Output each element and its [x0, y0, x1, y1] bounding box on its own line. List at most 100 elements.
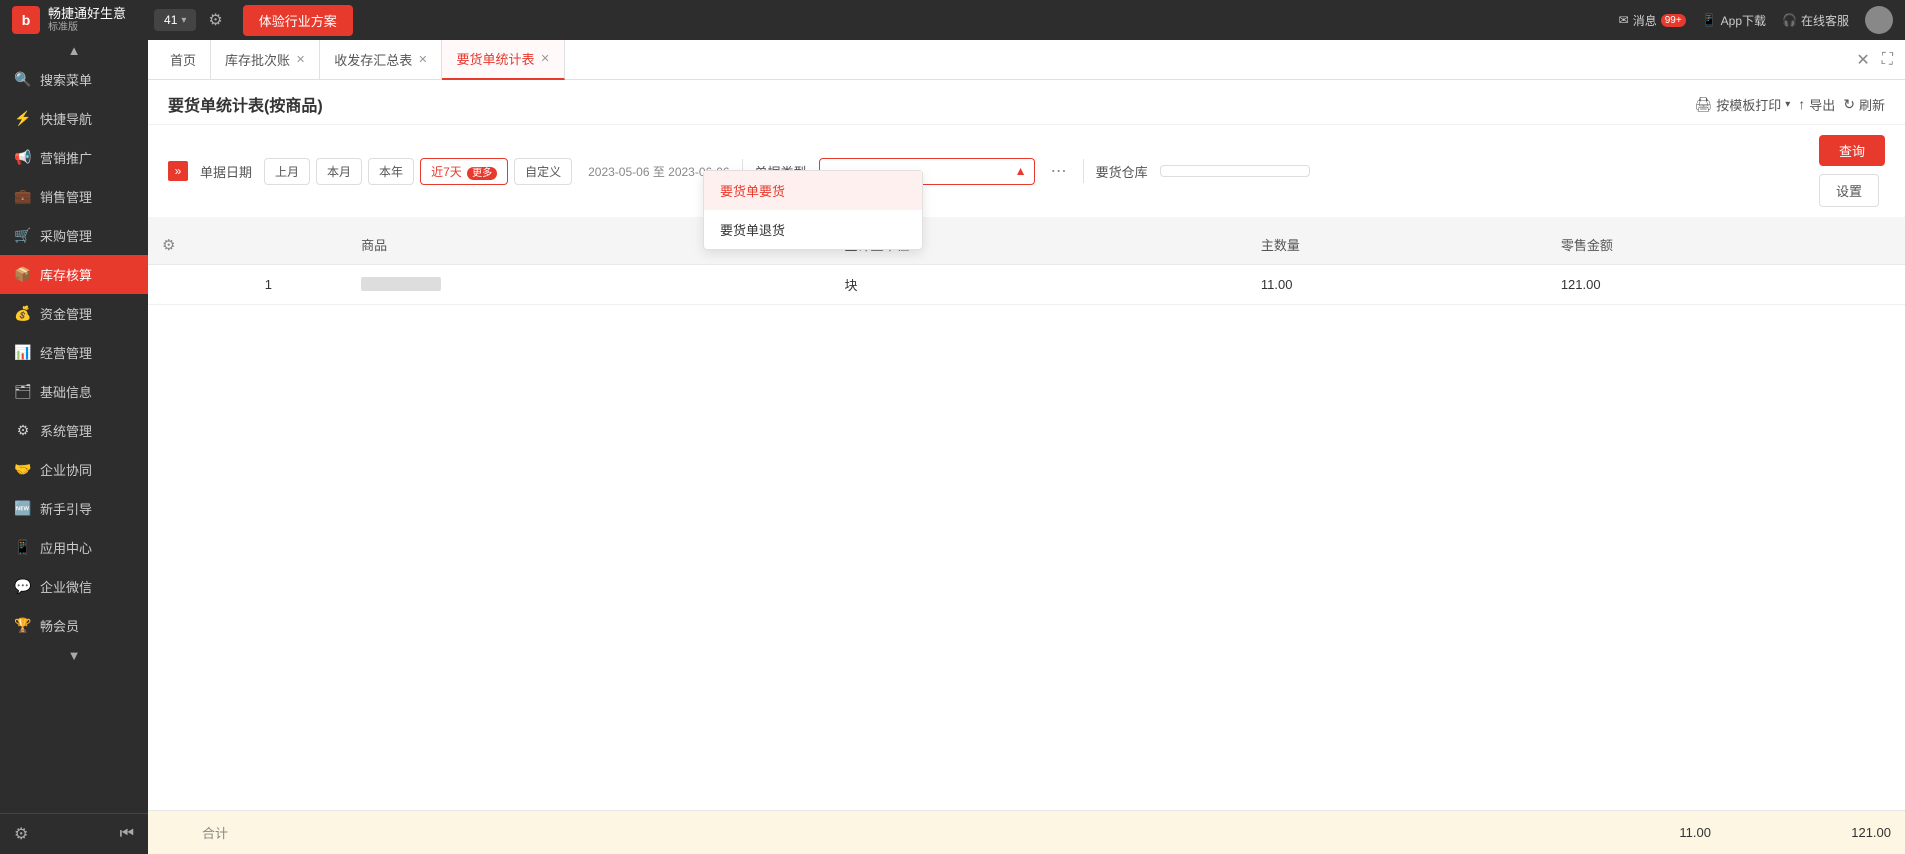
- sidebar-item-quick-nav[interactable]: ⚡ 快捷导航: [0, 99, 148, 138]
- app-download-action[interactable]: 📱 App下载: [1702, 12, 1766, 29]
- filter-divider-2: [1083, 159, 1084, 183]
- sidebar-scroll-down[interactable]: ▼: [0, 645, 148, 665]
- table-area: ⚙ 商品 主计量单位 主数量 零售金额 1: [148, 225, 1905, 810]
- sidebar-item-system[interactable]: ⚙ 系统管理: [0, 411, 148, 450]
- trial-button[interactable]: 体验行业方案: [243, 5, 353, 36]
- tab-receivable-summary[interactable]: 收发存汇总表 ✕: [320, 40, 442, 80]
- footer-quantity-sum: 11.00: [1591, 825, 1711, 840]
- sidebar-item-basics[interactable]: 🗂 基础信息: [0, 372, 148, 411]
- sidebar-item-label: 系统管理: [40, 421, 92, 440]
- tab-inventory-batch[interactable]: 库存批次账 ✕: [211, 40, 320, 80]
- logo-icon: b: [12, 6, 40, 34]
- sidebar-item-search[interactable]: 🔍 搜索菜单: [0, 60, 148, 99]
- tab-expand-button[interactable]: ✕: [1852, 48, 1873, 72]
- th-quantity: 主数量: [1247, 225, 1547, 265]
- message-badge: 99+: [1661, 14, 1686, 27]
- logo-text: b: [22, 12, 31, 28]
- custom-date-btn[interactable]: 自定义: [514, 158, 572, 185]
- sidebar-item-label: 销售管理: [40, 187, 92, 206]
- sidebar-item-label: 应用中心: [40, 538, 92, 557]
- sidebar-item-guide[interactable]: 🆕 新手引导: [0, 489, 148, 528]
- filter-row: » 单据日期 上月 本月 本年 近7天 更多 自定义: [168, 135, 1885, 207]
- message-action[interactable]: ✉ 消息 99+: [1619, 12, 1686, 29]
- sidebar-item-purchase[interactable]: 🛒 采购管理: [0, 216, 148, 255]
- app-wrapper: b 畅捷通好生意 标准版 41 ▾ ⚙ 体验行业方案 ✉ 消息 99+ 📱 Ap…: [0, 0, 1905, 854]
- tab-home[interactable]: 首页: [156, 40, 211, 80]
- member-icon: 🏆: [14, 617, 32, 635]
- filter-bar-wrapper: » 单据日期 上月 本月 本年 近7天 更多 自定义: [148, 124, 1905, 217]
- sidebar-item-label: 新手引导: [40, 499, 92, 518]
- sidebar-item-member[interactable]: 🏆 畅会员: [0, 606, 148, 645]
- sales-icon: 💼: [14, 188, 32, 206]
- settings-icon-btn[interactable]: ⚙: [204, 6, 226, 34]
- inventory-icon: 📦: [14, 266, 32, 284]
- app-download-label: App下载: [1721, 12, 1766, 29]
- btn-group: 查询 设置: [1819, 135, 1885, 207]
- tab-label: 库存批次账: [225, 50, 290, 69]
- sidebar-item-enterprise[interactable]: 🤝 企业协同: [0, 450, 148, 489]
- system-icon: ⚙: [14, 422, 32, 440]
- print-button[interactable]: 🖨 按模板打印 ▾: [1694, 95, 1790, 114]
- page-title: 要货单统计表(按商品): [168, 92, 323, 116]
- tab-fullscreen-button[interactable]: ⛶: [1878, 48, 1897, 72]
- tab-requisition-stats[interactable]: 要货单统计表 ✕: [442, 40, 564, 80]
- sidebar-item-label: 企业协同: [40, 460, 92, 479]
- filter-expand-toggle[interactable]: »: [168, 161, 188, 181]
- guide-icon: 🆕: [14, 500, 32, 518]
- type-more-btn[interactable]: ⋯: [1047, 157, 1071, 185]
- avatar[interactable]: [1865, 6, 1893, 34]
- sidebar-item-label: 资金管理: [40, 304, 92, 323]
- refresh-button[interactable]: ↻ 刷新: [1843, 95, 1885, 114]
- sidebar-item-inventory[interactable]: 📦 库存核算: [0, 255, 148, 294]
- sidebar-item-sales[interactable]: 💼 销售管理: [0, 177, 148, 216]
- set-button[interactable]: 设置: [1819, 174, 1879, 207]
- tab-close-icon[interactable]: ✕: [541, 52, 550, 65]
- message-label: 消息: [1633, 12, 1657, 29]
- message-icon: ✉: [1619, 13, 1629, 27]
- date-btn-last-month[interactable]: 上月: [264, 158, 310, 185]
- type-select-arrow-up[interactable]: ▲: [1015, 164, 1027, 178]
- tab-close-icon[interactable]: ✕: [418, 53, 427, 66]
- wechat-icon: 💬: [14, 578, 32, 596]
- warehouse-select[interactable]: [1160, 165, 1310, 177]
- date-btn-this-year[interactable]: 本年: [368, 158, 414, 185]
- dropdown-item-requisition[interactable]: 要货单要货: [704, 171, 922, 210]
- column-settings-icon[interactable]: ⚙: [162, 237, 175, 254]
- export-label: 导出: [1809, 95, 1835, 114]
- settings-bottom-icon[interactable]: ⚙: [14, 824, 28, 844]
- sidebar-item-finance[interactable]: 💰 资金管理: [0, 294, 148, 333]
- sidebar-item-app-center[interactable]: 📱 应用中心: [0, 528, 148, 567]
- dropdown-item-return[interactable]: 要货单退货: [704, 210, 922, 249]
- tab-label: 要货单统计表: [456, 49, 534, 68]
- main-area: ▲ 🔍 搜索菜单 ⚡ 快捷导航 📢 营销推广 💼 销售管理 🛒 采购管理: [0, 40, 1905, 854]
- collapse-icon[interactable]: ⏮: [120, 825, 134, 843]
- sidebar-item-marketing[interactable]: 📢 营销推广: [0, 138, 148, 177]
- date-btn-last-7-days[interactable]: 近7天 更多: [420, 158, 508, 185]
- export-button[interactable]: ↑ 导出: [1798, 95, 1835, 114]
- store-selector[interactable]: 41 ▾: [154, 9, 196, 31]
- sidebar-scroll-up[interactable]: ▲: [0, 40, 148, 60]
- headset-icon: 🎧: [1782, 13, 1797, 27]
- td-amount: 121.00: [1547, 265, 1905, 305]
- date-btn-this-month[interactable]: 本月: [316, 158, 362, 185]
- app-version: 标准版: [48, 22, 126, 34]
- table-footer: 合计 11.00 121.00: [148, 810, 1905, 854]
- tab-bar: 首页 库存批次账 ✕ 收发存汇总表 ✕ 要货单统计表 ✕ ✕ ⛶: [148, 40, 1905, 80]
- table-row: 1 块 11.00 121.00: [148, 265, 1905, 305]
- print-icon: 🖨: [1694, 96, 1712, 113]
- data-table: ⚙ 商品 主计量单位 主数量 零售金额 1: [148, 225, 1905, 305]
- sidebar-bottom: ⚙ ⏮: [0, 813, 148, 854]
- tab-close-icon[interactable]: ✕: [296, 53, 305, 66]
- sidebar-item-wechat[interactable]: 💬 企业微信: [0, 567, 148, 606]
- product-name-blurred: [361, 277, 441, 291]
- sidebar-item-operations[interactable]: 📊 经营管理: [0, 333, 148, 372]
- marketing-icon: 📢: [14, 149, 32, 167]
- td-quantity: 11.00: [1247, 265, 1547, 305]
- sidebar-item-label: 快捷导航: [40, 109, 92, 128]
- lightning-icon: ⚡: [14, 110, 32, 128]
- finance-icon: 💰: [14, 305, 32, 323]
- online-service-action[interactable]: 🎧 在线客服: [1782, 12, 1849, 29]
- store-name: 41: [164, 13, 177, 27]
- td-index: 1: [189, 265, 347, 305]
- query-button[interactable]: 查询: [1819, 135, 1885, 166]
